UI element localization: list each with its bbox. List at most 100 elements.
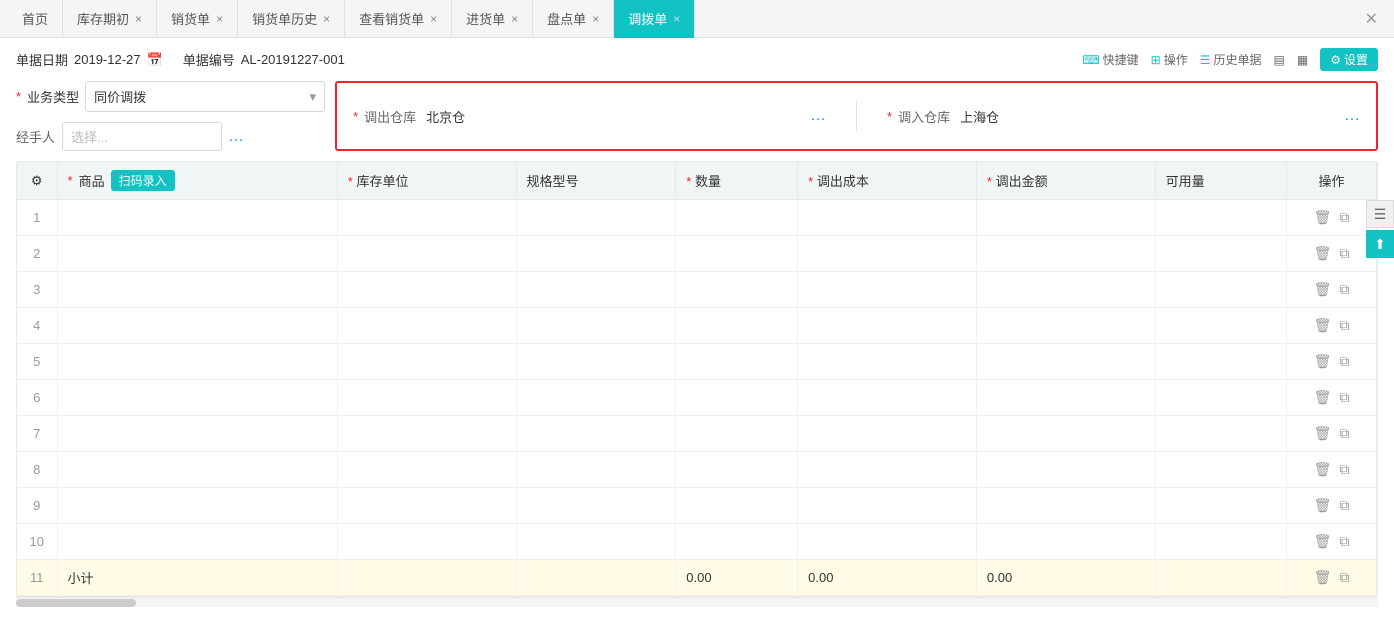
row-spec[interactable] <box>516 452 676 488</box>
th-settings[interactable]: ⚙ <box>17 162 57 200</box>
row-cost[interactable] <box>798 416 977 452</box>
delete-row-icon[interactable]: 🗑 <box>1314 533 1332 550</box>
handler-more-icon[interactable]: … <box>228 128 244 146</box>
row-amount[interactable] <box>976 416 1155 452</box>
scan-button[interactable]: 扫码录入 <box>111 170 175 191</box>
row-spec[interactable] <box>516 416 676 452</box>
row-unit[interactable] <box>337 524 516 560</box>
copy-row-icon[interactable]: ⧉ <box>1339 461 1349 478</box>
delete-row-icon[interactable]: 🗑 <box>1314 353 1332 370</box>
row-goods[interactable] <box>57 488 337 524</box>
row-cost[interactable] <box>798 524 977 560</box>
row-cost[interactable] <box>798 488 977 524</box>
row-cost[interactable] <box>798 200 977 236</box>
copy-row-icon[interactable]: ⧉ <box>1339 353 1349 370</box>
delete-row-icon[interactable]: 🗑 <box>1314 245 1332 262</box>
history-btn[interactable]: ☰ 历史单据 <box>1200 51 1262 68</box>
row-spec[interactable] <box>516 488 676 524</box>
tab-view-sales[interactable]: 查看销货单 × <box>345 0 452 38</box>
copy-row-icon[interactable]: ⧉ <box>1339 389 1349 406</box>
copy-icon[interactable]: ⧉ <box>1339 569 1349 586</box>
row-qty[interactable] <box>676 524 798 560</box>
copy-row-icon[interactable]: ⧉ <box>1339 497 1349 514</box>
row-unit[interactable] <box>337 272 516 308</box>
copy-row-icon[interactable]: ⧉ <box>1339 209 1349 226</box>
row-amount[interactable] <box>976 272 1155 308</box>
row-goods[interactable] <box>57 524 337 560</box>
delete-row-icon[interactable]: 🗑 <box>1314 497 1332 514</box>
tab-sales-history[interactable]: 销货单历史 × <box>238 0 345 38</box>
row-cost[interactable] <box>798 380 977 416</box>
business-type-select[interactable]: 同价调拨 ▾ <box>85 81 325 112</box>
row-spec[interactable] <box>516 200 676 236</box>
row-amount[interactable] <box>976 452 1155 488</box>
row-qty[interactable] <box>676 488 798 524</box>
tab-transfer[interactable]: 调拨单 × <box>614 0 695 38</box>
row-cost[interactable] <box>798 272 977 308</box>
shortcuts-btn[interactable]: ⌨ 快捷键 <box>1082 51 1138 68</box>
row-amount[interactable] <box>976 308 1155 344</box>
row-unit[interactable] <box>337 380 516 416</box>
delete-row-icon[interactable]: 🗑 <box>1314 389 1332 406</box>
row-goods[interactable] <box>57 344 337 380</box>
row-amount[interactable] <box>976 488 1155 524</box>
row-cost[interactable] <box>798 308 977 344</box>
row-qty[interactable] <box>676 272 798 308</box>
copy-row-icon[interactable]: ⧉ <box>1339 281 1349 298</box>
row-qty[interactable] <box>676 416 798 452</box>
row-amount[interactable] <box>976 236 1155 272</box>
tab-inventory-init[interactable]: 库存期初 × <box>63 0 157 38</box>
tab-transfer-close[interactable]: × <box>673 12 680 26</box>
row-spec[interactable] <box>516 344 676 380</box>
row-spec[interactable] <box>516 308 676 344</box>
row-qty[interactable] <box>676 236 798 272</box>
handler-input[interactable]: 选择... <box>62 122 222 151</box>
tab-inventory-close[interactable]: × <box>592 12 599 26</box>
row-unit[interactable] <box>337 236 516 272</box>
copy-row-icon[interactable]: ⧉ <box>1339 245 1349 262</box>
tab-sales-order-close[interactable]: × <box>216 12 223 26</box>
tab-sales-order[interactable]: 销货单 × <box>157 0 238 38</box>
row-cost[interactable] <box>798 344 977 380</box>
row-unit[interactable] <box>337 488 516 524</box>
row-cost[interactable] <box>798 452 977 488</box>
tab-sales-history-close[interactable]: × <box>323 12 330 26</box>
layout2-btn[interactable]: ▦ <box>1297 53 1308 67</box>
copy-row-icon[interactable]: ⧉ <box>1339 317 1349 334</box>
row-qty[interactable] <box>676 380 798 416</box>
row-goods[interactable] <box>57 200 337 236</box>
row-qty[interactable] <box>676 308 798 344</box>
row-goods[interactable] <box>57 380 337 416</box>
copy-row-icon[interactable]: ⧉ <box>1339 533 1349 550</box>
row-unit[interactable] <box>337 344 516 380</box>
row-goods[interactable] <box>57 452 337 488</box>
row-unit[interactable] <box>337 200 516 236</box>
delete-row-icon[interactable]: 🗑 <box>1314 425 1332 442</box>
row-spec[interactable] <box>516 236 676 272</box>
delete-row-icon[interactable]: 🗑 <box>1314 461 1332 478</box>
row-qty[interactable] <box>676 452 798 488</box>
tab-purchase[interactable]: 进货单 × <box>452 0 533 38</box>
delete-row-icon[interactable]: 🗑 <box>1314 281 1332 298</box>
delete-row-icon[interactable]: 🗑 <box>1314 209 1332 226</box>
tab-home[interactable]: 首页 <box>8 0 63 38</box>
sidebar-export-btn[interactable]: ⬆ <box>1366 230 1394 258</box>
row-goods[interactable] <box>57 416 337 452</box>
scroll-bar[interactable] <box>16 597 1378 607</box>
row-spec[interactable] <box>516 524 676 560</box>
row-amount[interactable] <box>976 380 1155 416</box>
row-spec[interactable] <box>516 380 676 416</box>
copy-row-icon[interactable]: ⧉ <box>1339 425 1349 442</box>
row-cost[interactable] <box>798 236 977 272</box>
settings-btn[interactable]: ⚙ 设置 <box>1320 48 1378 71</box>
row-amount[interactable] <box>976 344 1155 380</box>
delete-icon[interactable]: 🗑 <box>1314 569 1332 586</box>
close-window-btn[interactable]: ✕ <box>1365 9 1386 29</box>
calendar-icon[interactable]: 📅 <box>147 52 163 68</box>
row-qty[interactable] <box>676 200 798 236</box>
layout1-btn[interactable]: ▤ <box>1274 53 1285 67</box>
row-amount[interactable] <box>976 524 1155 560</box>
row-spec[interactable] <box>516 272 676 308</box>
tab-inventory[interactable]: 盘点单 × <box>533 0 614 38</box>
row-unit[interactable] <box>337 308 516 344</box>
